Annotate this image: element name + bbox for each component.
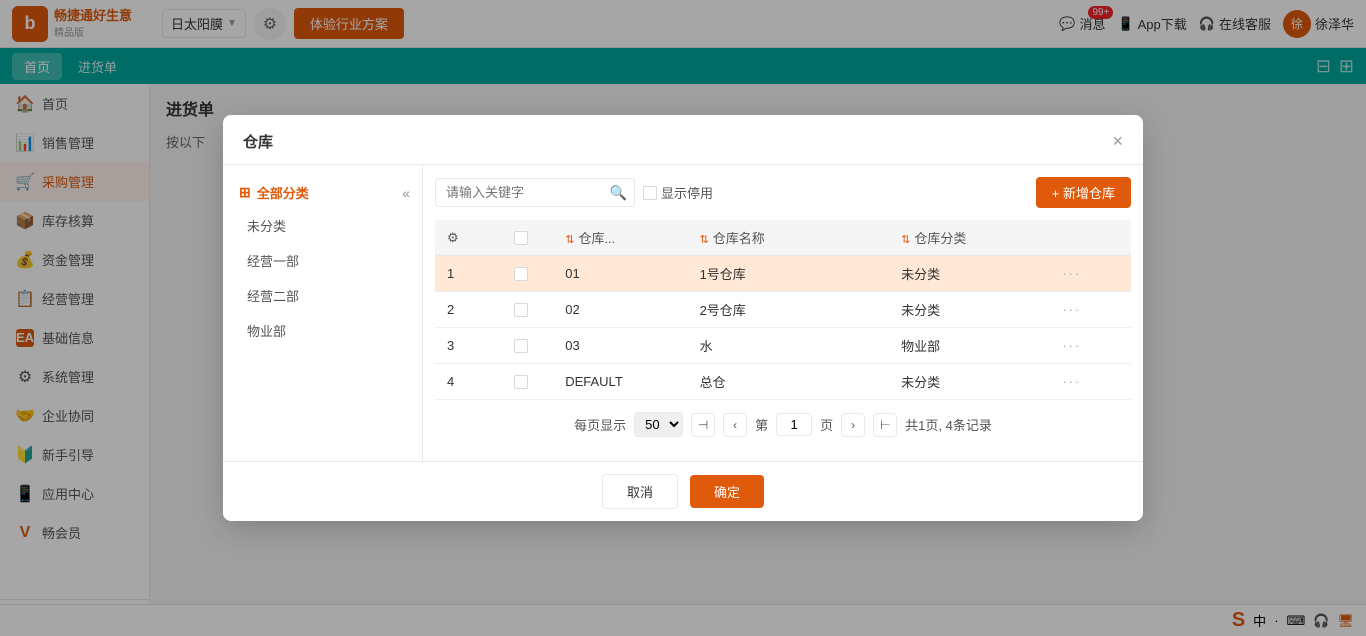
modal-header: 仓库 × [223, 115, 1143, 165]
row-num: 2 [435, 292, 502, 328]
page-number-input[interactable] [776, 413, 812, 436]
collapse-icon[interactable]: « [402, 185, 410, 201]
row-category: 未分类 [889, 292, 1050, 328]
page-label-pre: 第 [755, 415, 768, 434]
page-label: 页 [820, 415, 833, 434]
row-num: 1 [435, 256, 502, 292]
search-input[interactable] [435, 178, 635, 207]
th-settings: ⚙ [435, 220, 502, 256]
category-all-label: 全部分类 [257, 183, 309, 202]
sort-icon-name: ⇅ [700, 234, 709, 246]
table-row[interactable]: 2 02 2号仓库 未分类 ··· [435, 292, 1131, 328]
grid-icon: ⊞ [239, 184, 251, 201]
row-category: 未分类 [889, 256, 1050, 292]
header-checkbox[interactable] [514, 231, 528, 245]
th-checkbox [502, 220, 553, 256]
modal-title: 仓库 [243, 131, 273, 152]
modal-footer: 取消 确定 [223, 461, 1143, 521]
row-num: 3 [435, 328, 502, 364]
show-disabled-label: 显示停用 [661, 183, 713, 202]
per-page-select[interactable]: 50 [634, 412, 683, 437]
search-icon: 🔍 [610, 184, 627, 201]
row-name: 水 [688, 328, 890, 364]
table-toolbar: 🔍 显示停用 + 新增仓库 [435, 177, 1131, 208]
warehouse-modal: 仓库 × ⊞ 全部分类 « 未分类 经营一部 经营二部 物业部 [223, 115, 1143, 521]
th-category[interactable]: ⇅仓库分类 [889, 220, 1050, 256]
row-code: 02 [553, 292, 687, 328]
row-checkbox[interactable] [502, 292, 553, 328]
page-first-button[interactable]: ⊣ [691, 413, 715, 437]
row-name: 2号仓库 [688, 292, 890, 328]
row-checkbox[interactable] [502, 364, 553, 400]
row-code: DEFAULT [553, 364, 687, 400]
category-item-unclassified[interactable]: 未分类 [223, 208, 422, 243]
row-more[interactable]: ··· [1050, 292, 1131, 328]
per-page-label: 每页显示 [574, 415, 626, 434]
settings-icon: ⚙ [447, 230, 459, 245]
table-row[interactable]: 3 03 水 物业部 ··· [435, 328, 1131, 364]
search-wrap: 🔍 [435, 178, 635, 207]
row-category: 未分类 [889, 364, 1050, 400]
th-code[interactable]: ⇅仓库... [553, 220, 687, 256]
table-header-row: ⚙ ⇅仓库... ⇅仓库名称 ⇅仓库分类 [435, 220, 1131, 256]
category-panel: ⊞ 全部分类 « 未分类 经营一部 经营二部 物业部 [223, 165, 423, 461]
row-code: 01 [553, 256, 687, 292]
category-title: ⊞ 全部分类 [239, 183, 309, 202]
th-name[interactable]: ⇅仓库名称 [688, 220, 890, 256]
row-checkbox[interactable] [502, 256, 553, 292]
table-row[interactable]: 1 01 1号仓库 未分类 ··· [435, 256, 1131, 292]
total-label: 共1页, 4条记录 [905, 415, 992, 434]
row-more[interactable]: ··· [1050, 364, 1131, 400]
category-item-ops1[interactable]: 经营一部 [223, 243, 422, 278]
row-checkbox[interactable] [502, 328, 553, 364]
confirm-button[interactable]: 确定 [690, 475, 764, 508]
show-disabled-checkbox[interactable] [643, 186, 657, 200]
row-more[interactable]: ··· [1050, 328, 1131, 364]
page-prev-button[interactable]: ‹ [723, 413, 747, 437]
add-warehouse-button[interactable]: + 新增仓库 [1036, 177, 1131, 208]
modal-overlay: 仓库 × ⊞ 全部分类 « 未分类 经营一部 经营二部 物业部 [0, 0, 1366, 636]
table-row[interactable]: 4 DEFAULT 总仓 未分类 ··· [435, 364, 1131, 400]
sort-icon-cat: ⇅ [901, 234, 910, 246]
page-next-button[interactable]: › [841, 413, 865, 437]
category-header[interactable]: ⊞ 全部分类 « [223, 177, 422, 208]
page-last-button[interactable]: ⊢ [873, 413, 897, 437]
row-more[interactable]: ··· [1050, 256, 1131, 292]
category-item-ops2[interactable]: 经营二部 [223, 278, 422, 313]
row-name: 1号仓库 [688, 256, 890, 292]
pagination: 每页显示 50 ⊣ ‹ 第 页 › ⊢ 共1页, 4条记录 [435, 400, 1131, 449]
row-code: 03 [553, 328, 687, 364]
modal-close-button[interactable]: × [1112, 131, 1123, 152]
row-category: 物业部 [889, 328, 1050, 364]
row-name: 总仓 [688, 364, 890, 400]
th-ops [1050, 220, 1131, 256]
row-num: 4 [435, 364, 502, 400]
sort-icon: ⇅ [565, 234, 574, 246]
show-disabled-toggle[interactable]: 显示停用 [643, 183, 713, 202]
warehouse-table: ⚙ ⇅仓库... ⇅仓库名称 ⇅仓库分类 1 01 1号仓库 未分类 ··· [435, 220, 1131, 400]
table-panel: 🔍 显示停用 + 新增仓库 ⚙ ⇅仓库... [423, 165, 1143, 461]
modal-body: ⊞ 全部分类 « 未分类 经营一部 经营二部 物业部 🔍 [223, 165, 1143, 461]
category-item-property[interactable]: 物业部 [223, 313, 422, 348]
cancel-button[interactable]: 取消 [602, 474, 678, 509]
